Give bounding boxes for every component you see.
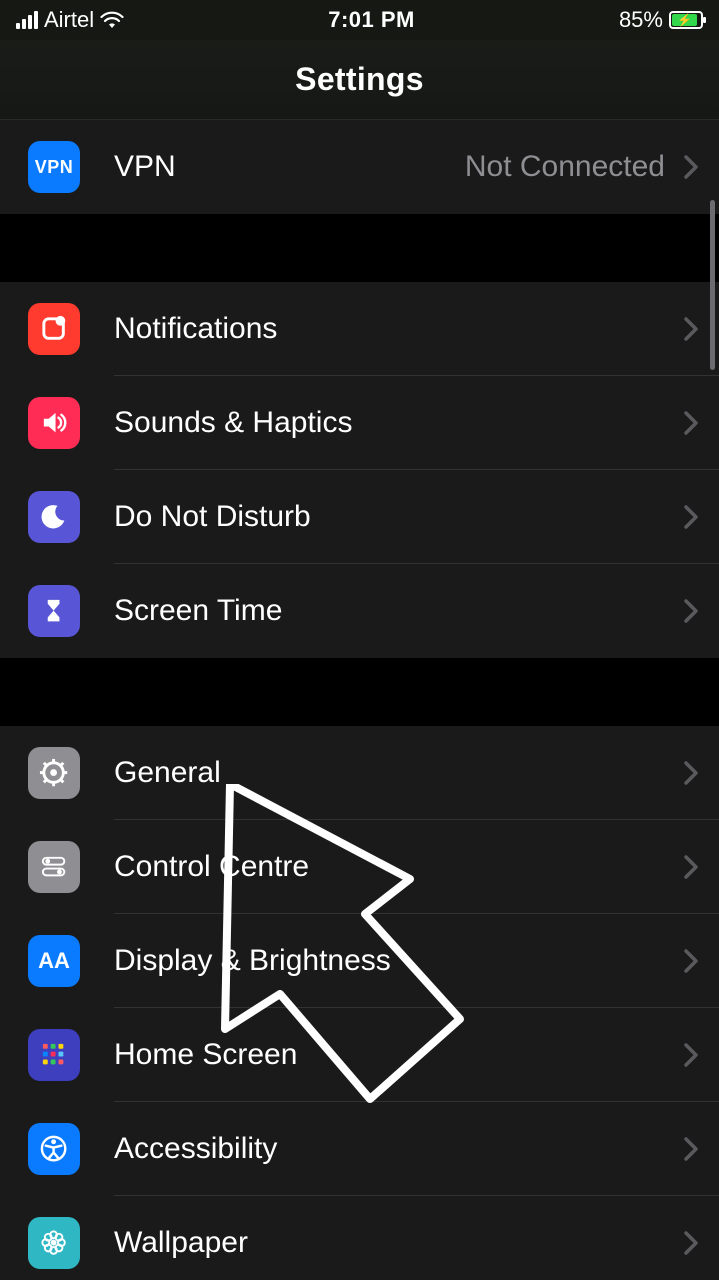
row-label: Notifications [114, 312, 673, 346]
chevron-right-icon [683, 1136, 699, 1162]
accessibility-icon [28, 1123, 80, 1175]
chevron-right-icon [683, 316, 699, 342]
page-title: Settings [295, 61, 424, 98]
settings-group-device: General Control Centre AA Display & Brig [0, 726, 719, 1280]
cellular-signal-icon [16, 11, 38, 29]
row-detail: Not Connected [465, 150, 665, 184]
chevron-right-icon [683, 410, 699, 436]
settings-group-network: VPN VPN Not Connected [0, 120, 719, 214]
row-label: General [114, 756, 673, 790]
chevron-right-icon [683, 760, 699, 786]
battery-percent: 85% [619, 7, 663, 33]
row-display[interactable]: AA Display & Brightness [0, 914, 719, 1008]
row-notifications[interactable]: Notifications [0, 282, 719, 376]
chevron-right-icon [683, 598, 699, 624]
row-label: Screen Time [114, 594, 673, 628]
chevron-right-icon [683, 1042, 699, 1068]
row-label: Sounds & Haptics [114, 406, 673, 440]
settings-group-alerts: Notifications Sounds & Haptics Do Not Di… [0, 282, 719, 658]
chevron-right-icon [683, 948, 699, 974]
group-spacer [0, 214, 719, 282]
row-vpn[interactable]: VPN VPN Not Connected [0, 120, 719, 214]
status-bar: Airtel 7:01 PM 85% ⚡ [0, 0, 719, 40]
status-left: Airtel [16, 7, 124, 33]
chevron-right-icon [683, 154, 699, 180]
settings-screen: Airtel 7:01 PM 85% ⚡ Settings VPN VPN No… [0, 0, 719, 1280]
row-accessibility[interactable]: Accessibility [0, 1102, 719, 1196]
row-label: VPN [114, 150, 465, 184]
moon-icon [28, 491, 80, 543]
toggles-icon [28, 841, 80, 893]
carrier-name: Airtel [44, 7, 94, 33]
speaker-icon [28, 397, 80, 449]
scroll-indicator[interactable] [710, 200, 715, 370]
row-label: Display & Brightness [114, 944, 673, 978]
row-homescreen[interactable]: Home Screen [0, 1008, 719, 1102]
vpn-icon: VPN [28, 141, 80, 193]
status-right: 85% ⚡ [619, 7, 703, 33]
row-label: Control Centre [114, 850, 673, 884]
charging-bolt-icon: ⚡ [677, 14, 692, 26]
text-size-icon: AA [28, 935, 80, 987]
wifi-icon [100, 11, 124, 29]
chevron-right-icon [683, 1230, 699, 1256]
row-label: Accessibility [114, 1132, 673, 1166]
flower-icon [28, 1217, 80, 1269]
app-grid-icon [28, 1029, 80, 1081]
row-controlcentre[interactable]: Control Centre [0, 820, 719, 914]
notifications-icon [28, 303, 80, 355]
row-sounds[interactable]: Sounds & Haptics [0, 376, 719, 470]
chevron-right-icon [683, 854, 699, 880]
hourglass-icon [28, 585, 80, 637]
navigation-bar: Settings [0, 40, 719, 120]
row-label: Home Screen [114, 1038, 673, 1072]
row-screentime[interactable]: Screen Time [0, 564, 719, 658]
chevron-right-icon [683, 504, 699, 530]
row-general[interactable]: General [0, 726, 719, 820]
row-label: Do Not Disturb [114, 500, 673, 534]
row-dnd[interactable]: Do Not Disturb [0, 470, 719, 564]
status-time: 7:01 PM [328, 7, 415, 33]
row-label: Wallpaper [114, 1226, 673, 1260]
gear-icon [28, 747, 80, 799]
group-spacer [0, 658, 719, 726]
row-wallpaper[interactable]: Wallpaper [0, 1196, 719, 1280]
battery-icon: ⚡ [669, 11, 703, 29]
